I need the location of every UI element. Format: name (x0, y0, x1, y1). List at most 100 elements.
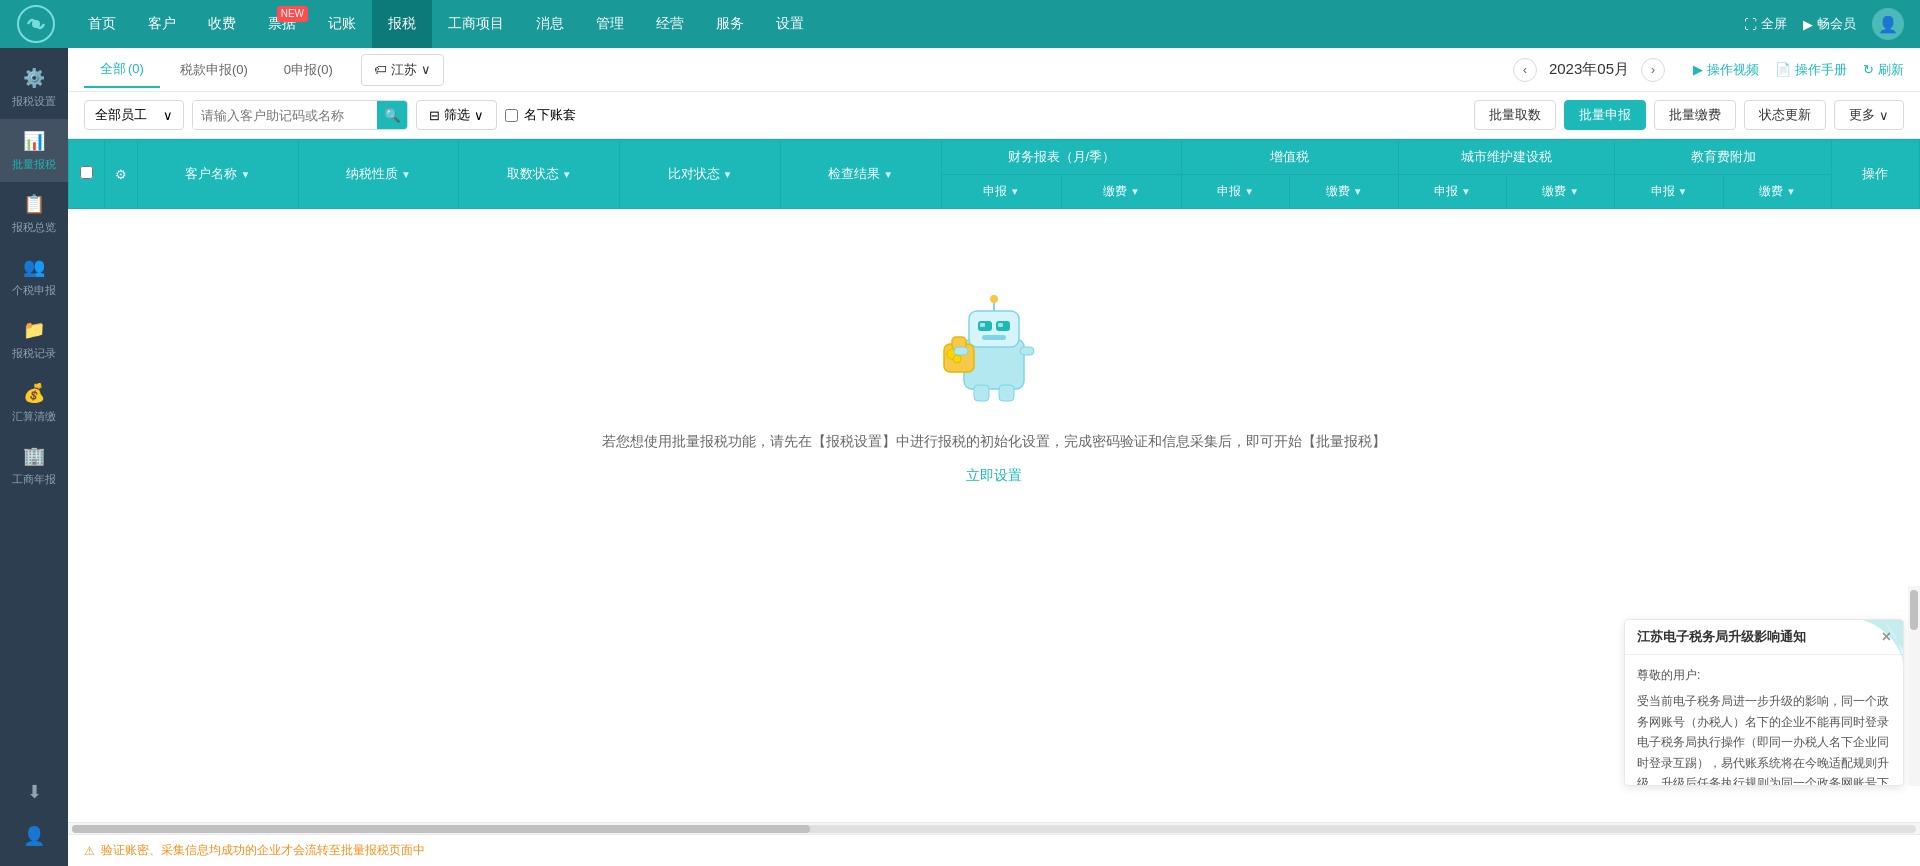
tax-records-icon: 📁 (22, 318, 46, 342)
batch-fetch-button[interactable]: 批量取数 (1474, 100, 1556, 130)
more-chevron-icon: ∨ (1879, 108, 1889, 123)
toolbar-right: 批量取数 批量申报 批量缴费 状态更新 更多 ∨ (1474, 100, 1904, 130)
col-financial-report: 财务报表（月/季） (941, 140, 1182, 175)
download-icon: ⬇ (22, 780, 46, 804)
sidebar-item-tax-settings[interactable]: ⚙️ 报税设置 (0, 56, 68, 119)
svg-point-15 (953, 355, 961, 363)
sidebar-item-tax-records[interactable]: 📁 报税记录 (0, 308, 68, 371)
batch-pay-button[interactable]: 批量缴费 (1654, 100, 1736, 130)
more-button[interactable]: 更多 ∨ (1834, 100, 1904, 130)
settings-icon: ⚙ (115, 167, 127, 182)
video-icon: ▶ (1693, 62, 1703, 77)
batch-declare-button[interactable]: 批量申报 (1564, 100, 1646, 130)
nav-fee[interactable]: 收费 (192, 0, 252, 48)
col-fetch-status: 取数状态▼ (459, 140, 620, 209)
annual-tax-icon: 💰 (22, 381, 46, 405)
status-update-button[interactable]: 状态更新 (1744, 100, 1826, 130)
setup-link[interactable]: 立即设置 (966, 467, 1022, 485)
svg-rect-18 (974, 385, 989, 401)
scrollbar-thumb[interactable] (72, 825, 810, 833)
notification-scrollbar-thumb[interactable] (1910, 590, 1918, 630)
nav-operation[interactable]: 经营 (640, 0, 700, 48)
col-operation: 操作 (1831, 140, 1919, 209)
chevron-down-icon: ∨ (421, 62, 431, 77)
refresh-icon: ↻ (1863, 62, 1874, 77)
search-icon: 🔍 (384, 108, 401, 123)
svg-rect-3 (969, 311, 1019, 347)
search-box: 🔍 (192, 100, 408, 130)
avatar-icon: 👤 (1878, 15, 1898, 34)
warning-icon: ⚠ (84, 844, 95, 858)
sidebar-item-batch-tax[interactable]: 📊 批量报税 (0, 119, 68, 182)
nav-right-area: ⛶ 全屏 ▶ 畅会员 👤 (1744, 8, 1904, 40)
nav-home[interactable]: 首页 (72, 0, 132, 48)
col-edu-pay: 缴费▼ (1723, 175, 1831, 209)
sidebar-item-personal-tax[interactable]: 👥 个税申报 (0, 245, 68, 308)
svg-rect-7 (998, 323, 1003, 327)
employee-select[interactable]: 全部员工 ∨ (84, 100, 184, 130)
horizontal-scrollbar[interactable] (68, 822, 1920, 834)
select-all-checkbox[interactable] (80, 166, 93, 179)
sidebar-item-annual-report[interactable]: 🏢 工商年报 (0, 434, 68, 497)
col-edu-declare: 申报▼ (1615, 175, 1723, 209)
operation-manual-button[interactable]: 📄 操作手册 (1775, 61, 1847, 79)
fullscreen-button[interactable]: ⛶ 全屏 (1744, 15, 1787, 33)
tab-right-actions: ▶ 操作视频 📄 操作手册 ↻ 刷新 (1693, 61, 1904, 79)
next-month-button[interactable]: › (1641, 58, 1665, 82)
nav-tax[interactable]: 报税 (372, 0, 432, 48)
prev-month-button[interactable]: ‹ (1513, 58, 1537, 82)
search-input[interactable] (193, 101, 377, 129)
nav-customer[interactable]: 客户 (132, 0, 192, 48)
month-navigation: ‹ 2023年05月 › (1513, 58, 1665, 82)
nav-accounting[interactable]: 记账 (312, 0, 372, 48)
member-button[interactable]: ▶ 畅会员 (1803, 15, 1856, 33)
personal-tax-icon: 👥 (22, 255, 46, 279)
tab-all[interactable]: 全部 (0) (84, 52, 160, 88)
nav-business[interactable]: 工商项目 (432, 0, 520, 48)
manual-icon: 📄 (1775, 62, 1791, 77)
sidebar-bottom: ⬇ 👤 (0, 770, 68, 866)
notification-close-button[interactable]: × (1882, 628, 1891, 646)
annual-report-icon: 🏢 (22, 444, 46, 468)
filter-button[interactable]: ⊟ 筛选 ∨ (416, 100, 497, 130)
col-check-result: 检查结果▼ (780, 140, 941, 209)
notification-body: 尊敬的用户: 受当前电子税务局进一步升级的影响，同一个政务网账号（办税人）名下的… (1625, 655, 1903, 785)
sidebar-item-annual-tax[interactable]: 💰 汇算清缴 (0, 371, 68, 434)
toolbar: 全部员工 ∨ 🔍 ⊟ 筛选 ∨ 名下账套 批量取数 批量申报 批量 (68, 92, 1920, 139)
sidebar-download[interactable]: ⬇ (0, 770, 68, 814)
nav-invoice[interactable]: 票据 NEW (252, 0, 312, 48)
nav-manage[interactable]: 管理 (580, 0, 640, 48)
notification-scrollbar[interactable] (1908, 586, 1920, 786)
svg-rect-17 (1020, 347, 1034, 355)
col-financial-pay: 缴费▼ (1061, 175, 1181, 209)
scrollbar-track (72, 825, 1916, 833)
nav-menu: 首页 客户 收费 票据 NEW 记账 报税 工商项目 消息 管理 经营 服务 设… (72, 0, 1744, 48)
account-checkbox[interactable] (505, 109, 518, 122)
svg-rect-19 (999, 385, 1014, 401)
nav-message[interactable]: 消息 (520, 0, 580, 48)
member-icon: ▶ (1803, 17, 1813, 32)
col-education-surcharge: 教育费附加 (1615, 140, 1832, 175)
bottom-bar: ⚠ 验证账密、采集信息均成功的企业才会流转至批量报税页面中 (68, 834, 1920, 866)
sidebar-user[interactable]: 👤 (0, 814, 68, 858)
sidebar-item-tax-overview[interactable]: 📋 报税总览 (0, 182, 68, 245)
svg-point-1 (32, 20, 40, 28)
tab-bar: 全部 (0) 税款申报 (0) 0申报 (0) 🏷 江苏 ∨ ‹ 2023年05… (68, 48, 1920, 92)
app-logo[interactable] (16, 4, 56, 44)
col-tax-nature: 纳税性质▼ (298, 140, 459, 209)
search-button[interactable]: 🔍 (377, 100, 407, 130)
nav-service[interactable]: 服务 (700, 0, 760, 48)
empty-state: 若您想使用批量报税功能，请先在【报税设置】中进行报税的初始化设置，完成密码验证和… (69, 209, 1920, 525)
svg-rect-6 (980, 323, 985, 327)
data-table: ⚙ 客户名称▼ 纳税性质▼ 取数状态▼ 比对状态▼ (68, 139, 1920, 525)
account-checkbox-label[interactable]: 名下账套 (505, 106, 576, 124)
col-customer-name: 客户名称▼ (138, 140, 299, 209)
refresh-button[interactable]: ↻ 刷新 (1863, 61, 1904, 79)
tab-tax-declare[interactable]: 税款申报 (0) (164, 52, 264, 88)
col-city-pay: 缴费▼ (1507, 175, 1615, 209)
operation-video-button[interactable]: ▶ 操作视频 (1693, 61, 1759, 79)
nav-settings[interactable]: 设置 (760, 0, 820, 48)
province-selector[interactable]: 🏷 江苏 ∨ (361, 54, 444, 86)
user-avatar[interactable]: 👤 (1872, 8, 1904, 40)
tab-zero-declare[interactable]: 0申报 (0) (268, 52, 349, 88)
